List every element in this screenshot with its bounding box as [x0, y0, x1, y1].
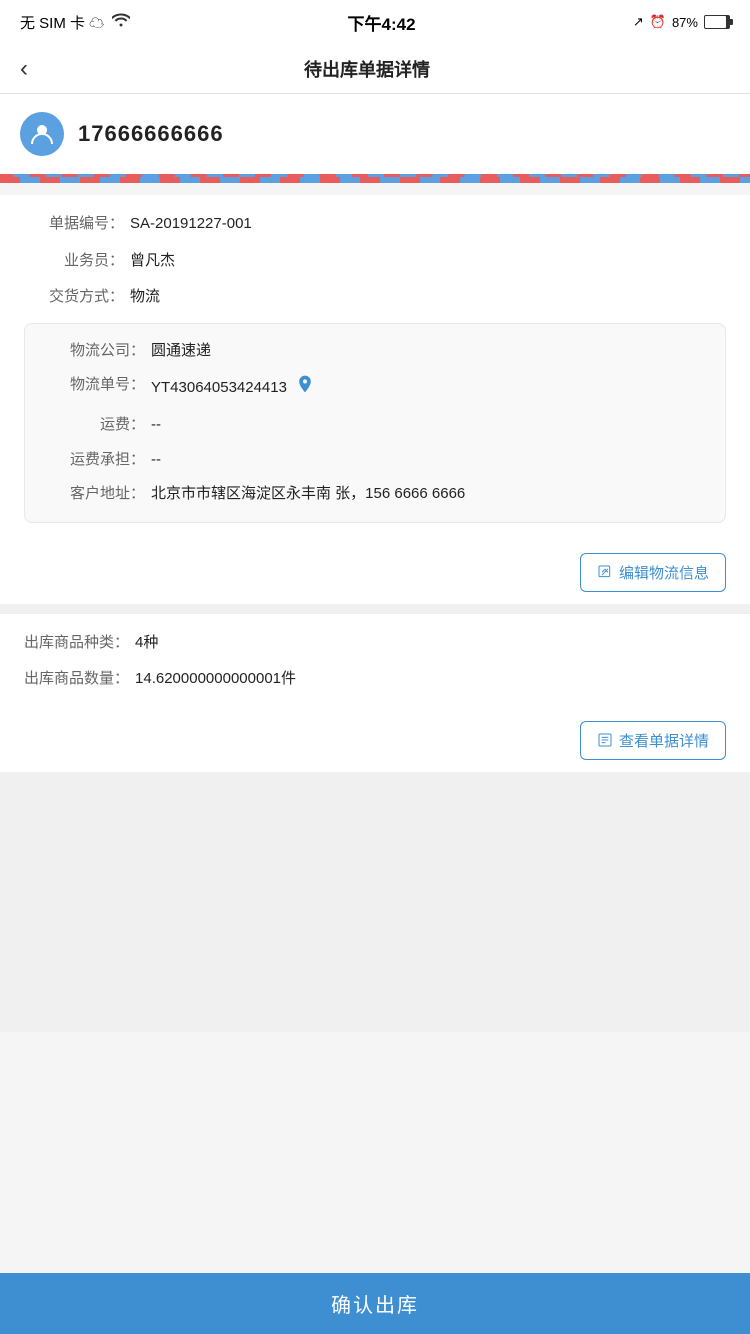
goods-quantity-value: 14.620000000000001件	[135, 668, 726, 691]
order-no-value: SA-20191227-001	[130, 213, 726, 236]
logistics-card: 物流公司： 圆通速递 物流单号： YT43064053424413 运费： --…	[24, 323, 726, 523]
nav-bar: ‹ 待出库单据详情	[0, 44, 750, 94]
alarm-icon: ⏰	[650, 14, 666, 30]
order-no-label: 单据编号：	[24, 213, 124, 236]
logistics-company-value: 圆通速递	[151, 340, 705, 363]
goods-section: 出库商品种类： 4种 出库商品数量： 14.620000000000001件	[0, 614, 750, 709]
customer-phone: 17666666666	[78, 121, 224, 147]
logistics-company-label: 物流公司：	[45, 340, 145, 363]
detail-icon	[597, 732, 613, 748]
delivery-method-row: 交货方式： 物流	[24, 286, 726, 309]
view-detail-container: 查看单据详情	[0, 709, 750, 772]
section-divider	[0, 604, 750, 614]
back-button[interactable]: ‹	[20, 55, 28, 83]
salesperson-value: 曾凡杰	[130, 250, 726, 273]
goods-type-row: 出库商品种类： 4种	[24, 632, 726, 655]
logistics-tracking-row: 物流单号： YT43064053424413	[45, 374, 705, 402]
battery-icon	[704, 15, 730, 29]
address-value: 北京市市辖区海淀区永丰南 张，156 6666 6666	[151, 483, 705, 506]
logistics-tracking-value: YT43064053424413	[151, 374, 705, 402]
goods-type-value: 4种	[135, 632, 726, 655]
stripe-divider	[0, 177, 750, 183]
address-row: 客户地址： 北京市市辖区海淀区永丰南 张，156 6666 6666	[45, 483, 705, 506]
avatar	[20, 112, 64, 156]
customer-header: 17666666666	[0, 94, 750, 177]
bottom-spacer	[0, 772, 750, 1032]
page-title: 待出库单据详情	[44, 56, 690, 82]
tracking-location-icon[interactable]	[295, 374, 315, 402]
logistics-tracking-label: 物流单号：	[45, 374, 145, 397]
edit-btn-container: 编辑物流信息	[0, 541, 750, 604]
status-time: 下午4:42	[348, 10, 416, 35]
salesperson-row: 业务员： 曾凡杰	[24, 250, 726, 273]
goods-quantity-label: 出库商品数量：	[24, 668, 129, 691]
order-no-row: 单据编号： SA-20191227-001	[24, 213, 726, 236]
freight-label: 运费：	[45, 414, 145, 437]
confirm-btn-wrapper: 确认出库	[0, 1273, 750, 1334]
wifi-icon	[112, 13, 130, 31]
status-left: 无 SIM 卡 ☁	[20, 12, 130, 33]
freight-bearer-row: 运费承担： --	[45, 449, 705, 472]
delivery-method-label: 交货方式：	[24, 286, 124, 309]
delivery-method-value: 物流	[130, 286, 726, 309]
edit-logistics-button[interactable]: 编辑物流信息	[580, 553, 726, 592]
address-label: 客户地址：	[45, 483, 145, 506]
salesperson-label: 业务员：	[24, 250, 124, 273]
freight-row: 运费： --	[45, 414, 705, 437]
freight-bearer-value: --	[151, 449, 705, 472]
freight-value: --	[151, 414, 705, 437]
status-right: ↗ ⏰ 87%	[633, 14, 730, 30]
sim-status: 无 SIM 卡 ☁	[20, 12, 104, 33]
location-status-icon: ↗	[633, 14, 644, 30]
order-info-section: 单据编号： SA-20191227-001 业务员： 曾凡杰 交货方式： 物流 …	[0, 195, 750, 541]
freight-bearer-label: 运费承担：	[45, 449, 145, 472]
confirm-outbound-button[interactable]: 确认出库	[331, 1289, 419, 1318]
edit-icon	[597, 564, 613, 580]
goods-quantity-row: 出库商品数量： 14.620000000000001件	[24, 668, 726, 691]
logistics-company-row: 物流公司： 圆通速递	[45, 340, 705, 363]
status-bar: 无 SIM 卡 ☁ 下午4:42 ↗ ⏰ 87%	[0, 0, 750, 44]
view-detail-button[interactable]: 查看单据详情	[580, 721, 726, 760]
goods-type-label: 出库商品种类：	[24, 632, 129, 655]
battery-level: 87%	[672, 15, 698, 30]
